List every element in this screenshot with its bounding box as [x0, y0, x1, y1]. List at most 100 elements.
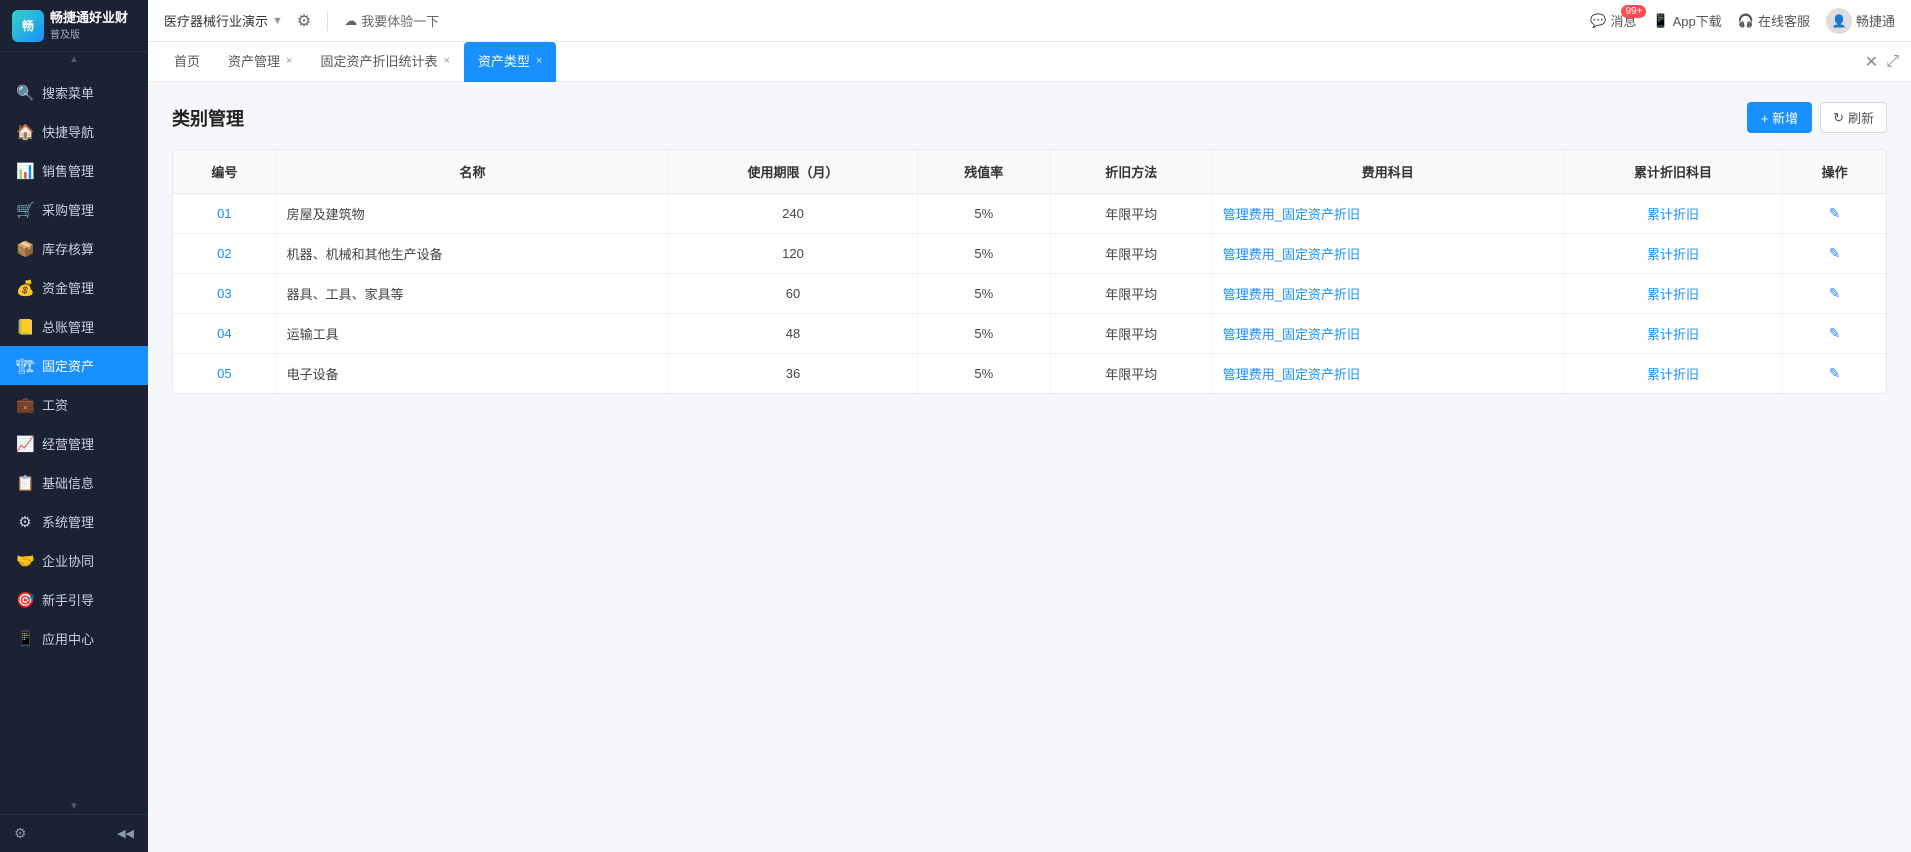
sidebar-item-purchase[interactable]: 🛒采购管理	[0, 190, 148, 229]
app-version: 普及版	[50, 26, 128, 41]
experience-button[interactable]: ☁ 我要体验一下	[344, 11, 439, 30]
content-area: 类别管理 + 新增 ↻ 刷新 编号名称使用期限（月）残值率折旧方法费用科目累计折…	[148, 82, 1911, 852]
tab-depreciation[interactable]: 固定资产折旧统计表×	[306, 42, 463, 82]
app-center-icon: 📱	[16, 630, 34, 648]
cell-action[interactable]: ✎	[1783, 274, 1886, 314]
cell-expense: 管理费用_固定资产折旧	[1212, 194, 1563, 234]
service-label: 在线客服	[1758, 11, 1810, 30]
user-label: 畅捷通	[1856, 11, 1895, 30]
edit-icon-1[interactable]: ✎	[1829, 245, 1841, 261]
cell-method: 年限平均	[1050, 194, 1212, 234]
nav-label-quick-nav: 快捷导航	[42, 122, 94, 141]
logo-icon: 畅	[12, 10, 44, 42]
edit-icon-2[interactable]: ✎	[1829, 285, 1841, 301]
tab-asset-type[interactable]: 资产类型×	[464, 42, 556, 82]
user-button[interactable]: 👤 畅捷通	[1826, 8, 1895, 34]
new-button[interactable]: + 新增	[1747, 102, 1812, 133]
demo-selector[interactable]: 医疗器械行业演示 ▼	[164, 11, 283, 30]
col-header: 使用期限（月）	[669, 150, 917, 194]
experience-label: 我要体验一下	[361, 11, 439, 30]
sidebar-item-basic-info[interactable]: 📋基础信息	[0, 463, 148, 502]
cell-code: 04	[173, 314, 276, 354]
sidebar-item-system[interactable]: ⚙ 系统管理	[0, 502, 148, 541]
topbar-settings-icon[interactable]: ⚙	[297, 11, 311, 31]
cell-method: 年限平均	[1050, 274, 1212, 314]
cell-code: 05	[173, 354, 276, 394]
guide-icon: 🎯	[16, 591, 34, 609]
tab-close-asset-mgmt[interactable]: ×	[286, 55, 292, 67]
cell-period: 36	[669, 354, 917, 394]
cell-residual: 5%	[917, 234, 1050, 274]
table-row: 01 房屋及建筑物 240 5% 年限平均 管理费用_固定资产折旧 累计折旧 ✎	[173, 194, 1886, 234]
cell-method: 年限平均	[1050, 354, 1212, 394]
col-header: 费用科目	[1212, 150, 1563, 194]
tab-close-asset-type[interactable]: ×	[536, 55, 542, 67]
message-icon: 💬	[1590, 13, 1606, 29]
sidebar-item-inventory[interactable]: 📦库存核算	[0, 229, 148, 268]
cell-action[interactable]: ✎	[1783, 234, 1886, 274]
topbar: 医疗器械行业演示 ▼ ⚙ ☁ 我要体验一下 💬 消息 99+ 📱 App下载 🎧…	[148, 0, 1911, 42]
sidebar: 畅 畅捷通好业财 普及版 ▲ 🔍搜索菜单🏠快捷导航📊销售管理🛒采购管理📦库存核算…	[0, 0, 148, 852]
system-icon: ⚙	[16, 513, 34, 531]
nav-label-funds: 资金管理	[42, 278, 94, 297]
sidebar-item-ledger[interactable]: 📒总账管理	[0, 307, 148, 346]
nav-label-system: 系统管理	[42, 512, 94, 531]
tab-asset-mgmt[interactable]: 资产管理×	[214, 42, 306, 82]
edit-icon-3[interactable]: ✎	[1829, 325, 1841, 341]
tab-close-depreciation[interactable]: ×	[443, 55, 449, 67]
edit-icon-4[interactable]: ✎	[1829, 365, 1841, 381]
cell-residual: 5%	[917, 194, 1050, 234]
col-header: 累计折旧科目	[1563, 150, 1783, 194]
table-header: 编号名称使用期限（月）残值率折旧方法费用科目累计折旧科目操作	[173, 150, 1886, 194]
avatar: 👤	[1826, 8, 1852, 34]
cell-expense: 管理费用_固定资产折旧	[1212, 274, 1563, 314]
tabs-bar: 首页资产管理×固定资产折旧统计表×资产类型× ✕ ⤢	[148, 42, 1911, 82]
cell-action[interactable]: ✎	[1783, 354, 1886, 394]
table-container: 编号名称使用期限（月）残值率折旧方法费用科目累计折旧科目操作 01 房屋及建筑物…	[172, 149, 1887, 394]
cell-name: 电子设备	[276, 354, 669, 394]
edit-icon-0[interactable]: ✎	[1829, 205, 1841, 221]
tab-home[interactable]: 首页	[160, 42, 214, 82]
nav-label-payroll: 工资	[42, 395, 68, 414]
cell-action[interactable]: ✎	[1783, 314, 1886, 354]
topbar-right: 💬 消息 99+ 📱 App下载 🎧 在线客服 👤 畅捷通	[1590, 8, 1895, 34]
sidebar-item-sales[interactable]: 📊销售管理	[0, 151, 148, 190]
cell-residual: 5%	[917, 274, 1050, 314]
purchase-icon: 🛒	[16, 201, 34, 219]
cell-method: 年限平均	[1050, 314, 1212, 354]
funds-icon: 💰	[16, 279, 34, 297]
nav-label-ledger: 总账管理	[42, 317, 94, 336]
nav-label-inventory: 库存核算	[42, 239, 94, 258]
service-button[interactable]: 🎧 在线客服	[1738, 11, 1810, 30]
close-tab-icon[interactable]: ✕	[1865, 52, 1878, 72]
sidebar-item-operations[interactable]: 📈经营管理	[0, 424, 148, 463]
tabs-actions: ✕ ⤢	[1865, 52, 1899, 72]
sidebar-item-search[interactable]: 🔍搜索菜单	[0, 73, 148, 112]
sidebar-item-cooperation[interactable]: 🤝企业协同	[0, 541, 148, 580]
page-header: 类别管理 + 新增 ↻ 刷新	[172, 102, 1887, 133]
cell-residual: 5%	[917, 354, 1050, 394]
cell-accum: 累计折旧	[1563, 274, 1783, 314]
message-button[interactable]: 💬 消息 99+	[1590, 11, 1636, 30]
cloud-icon: ☁	[344, 13, 357, 29]
collapse-icon[interactable]: ◀◀	[117, 827, 134, 840]
cell-code: 01	[173, 194, 276, 234]
sidebar-item-fixed-assets[interactable]: 🏗固定资产	[0, 346, 148, 385]
demo-label: 医疗器械行业演示	[164, 11, 268, 30]
sidebar-item-payroll[interactable]: 💼工资	[0, 385, 148, 424]
cell-period: 120	[669, 234, 917, 274]
sidebar-item-quick-nav[interactable]: 🏠快捷导航	[0, 112, 148, 151]
sidebar-item-guide[interactable]: 🎯新手引导	[0, 580, 148, 619]
scroll-up-area: ▲	[0, 52, 148, 67]
sidebar-item-funds[interactable]: 💰 资金管理	[0, 268, 148, 307]
cell-action[interactable]: ✎	[1783, 194, 1886, 234]
sidebar-item-app-center[interactable]: 📱应用中心	[0, 619, 148, 658]
expand-tab-icon[interactable]: ⤢	[1886, 53, 1899, 71]
cell-name: 器具、工具、家具等	[276, 274, 669, 314]
settings-footer-icon[interactable]: ⚙	[14, 825, 27, 842]
cell-name: 运输工具	[276, 314, 669, 354]
cell-period: 48	[669, 314, 917, 354]
cell-expense: 管理费用_固定资产折旧	[1212, 234, 1563, 274]
refresh-button[interactable]: ↻ 刷新	[1820, 102, 1887, 133]
app-download-button[interactable]: 📱 App下载	[1652, 11, 1721, 30]
